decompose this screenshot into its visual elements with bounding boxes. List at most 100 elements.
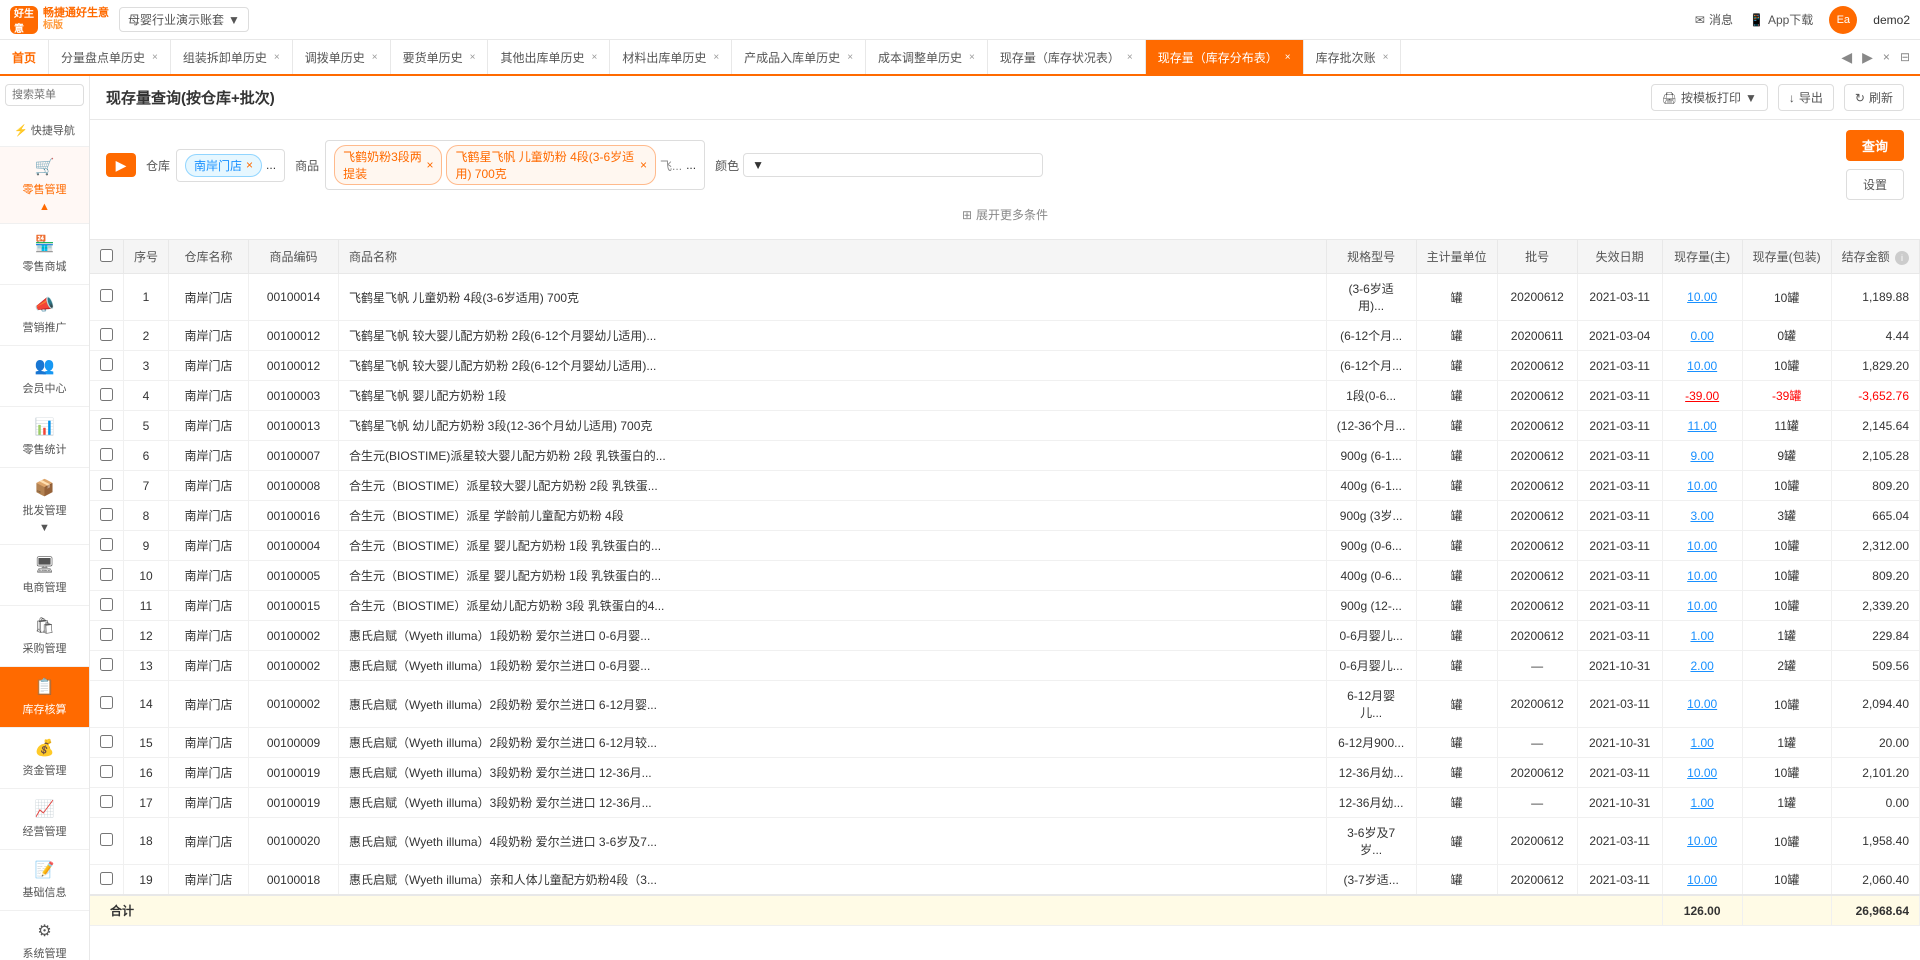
row-checkbox-17[interactable] <box>100 833 113 846</box>
tab-inventory-status[interactable]: 现存量（库存状况表） × <box>988 40 1146 75</box>
row-checkbox-5[interactable] <box>100 448 113 461</box>
app-download-btn[interactable]: 📱 App下载 <box>1749 11 1813 28</box>
tab-material-out-close[interactable]: × <box>713 52 719 63</box>
product-tag-2-close[interactable]: × <box>640 158 647 172</box>
color-input[interactable]: ▼ <box>743 153 1043 177</box>
row-checkbox-10[interactable] <box>100 598 113 611</box>
tab-cost-adjust[interactable]: 成本调整单历史 × <box>866 40 988 75</box>
print-btn[interactable]: 🖨 按模板打印 ▼ <box>1651 84 1768 111</box>
product-input[interactable]: 飞鹤奶粉3段两提装 × 飞鹤星飞帆 儿童奶粉 4段(3-6岁适用) 700克 ×… <box>325 140 705 190</box>
cell-warehouse-9: 南岸门店 <box>169 561 249 591</box>
tab-other-out-history[interactable]: 其他出库单历史 × <box>488 40 610 75</box>
tab-split-close[interactable]: × <box>152 52 158 63</box>
query-btn[interactable]: 查询 <box>1846 130 1904 161</box>
tab-material-out-history[interactable]: 材料出库单历史 × <box>610 40 732 75</box>
quick-nav-btn[interactable]: ⚡ 快捷导航 <box>0 114 89 147</box>
cell-code-5: 00100007 <box>249 441 339 471</box>
row-checkbox-0[interactable] <box>100 289 113 302</box>
tab-inventory-status-label: 现存量（库存状况表） <box>1000 49 1120 66</box>
tab-prev-btn[interactable]: ◀ <box>1836 47 1857 68</box>
row-checkbox-7[interactable] <box>100 508 113 521</box>
product-tag-1-close[interactable]: × <box>426 158 433 172</box>
sidebar-item-operations[interactable]: 📈 经营管理 <box>0 789 89 850</box>
tab-inventory-status-close[interactable]: × <box>1127 52 1133 63</box>
sidebar-item-system[interactable]: ⚙ 系统管理 <box>0 911 89 960</box>
cell-qty-main-11: 1.00 <box>1662 621 1742 651</box>
sidebar-item-ecommerce[interactable]: 🖥 电商管理 <box>0 545 89 606</box>
tab-next-btn[interactable]: ▶ <box>1857 47 1878 68</box>
sidebar-item-retail-mgmt[interactable]: 🛒 零售管理 ▲ <box>0 147 89 224</box>
row-checkbox-14[interactable] <box>100 735 113 748</box>
sidebar-inventory-label: 库存核算 <box>23 701 67 717</box>
sidebar-item-inventory[interactable]: 📋 库存核算 <box>0 667 89 728</box>
sidebar-item-basic-info[interactable]: 📝 基础信息 <box>0 850 89 911</box>
avatar[interactable]: Ea <box>1829 6 1857 34</box>
warehouse-input[interactable]: 南岸门店 × ... <box>176 149 285 182</box>
tab-inventory-dist-close[interactable]: × <box>1285 52 1291 63</box>
sidebar-item-retail-shop[interactable]: 🏪 零售商城 <box>0 224 89 285</box>
cell-name-13: 惠氏启赋（Wyeth illuma）2段奶粉 爱尔兰进口 6-12月婴... <box>339 681 1327 728</box>
tab-cost-adjust-close[interactable]: × <box>969 52 975 63</box>
tab-require-close[interactable]: × <box>470 52 476 63</box>
row-checkbox-1[interactable] <box>100 328 113 341</box>
sidebar-item-wholesale[interactable]: 📦 批发管理 ▼ <box>0 468 89 545</box>
row-checkbox-3[interactable] <box>100 388 113 401</box>
tab-product-in-close[interactable]: × <box>847 52 853 63</box>
refresh-btn[interactable]: ↻ 刷新 <box>1844 84 1904 111</box>
tab-menu-btn[interactable]: ⊟ <box>1895 48 1915 66</box>
tab-split-history[interactable]: 分量盘点单历史 × <box>49 40 171 75</box>
expand-arrow-btn[interactable]: ▶ <box>106 153 136 177</box>
row-checkbox-18[interactable] <box>100 872 113 885</box>
tab-mix-history[interactable]: 调拨单历史 × <box>293 40 391 75</box>
tab-product-in-label: 产成品入库单历史 <box>744 49 840 66</box>
balance-info-icon[interactable]: i <box>1895 251 1909 265</box>
tab-inventory-dist[interactable]: 现存量（库存分布表） × <box>1146 40 1304 75</box>
row-checkbox-12[interactable] <box>100 658 113 671</box>
tab-require-history[interactable]: 要货单历史 × <box>391 40 489 75</box>
tab-product-in-history[interactable]: 产成品入库单历史 × <box>732 40 866 75</box>
org-selector[interactable]: 母婴行业演示账套 ▼ <box>119 7 249 32</box>
warehouse-tag-close[interactable]: × <box>246 158 253 172</box>
row-checkbox-9[interactable] <box>100 568 113 581</box>
sidebar-item-marketing[interactable]: 📣 营销推广 <box>0 285 89 346</box>
sidebar-item-retail-stats[interactable]: 📊 零售统计 <box>0 407 89 468</box>
cell-expire-1: 2021-03-04 <box>1577 321 1662 351</box>
cell-spec-9: 400g (0-6... <box>1326 561 1416 591</box>
select-all-checkbox[interactable] <box>100 249 113 262</box>
sidebar-item-purchase[interactable]: 🛍 采购管理 <box>0 606 89 667</box>
search-input[interactable] <box>5 84 84 106</box>
cell-batch-7: 20200612 <box>1497 501 1577 531</box>
tab-close-all-btn[interactable]: × <box>1878 48 1895 66</box>
row-checkbox-2[interactable] <box>100 358 113 371</box>
expand-more-btn[interactable]: ⊞ 展开更多条件 <box>106 200 1904 229</box>
export-btn[interactable]: ↓ 导出 <box>1778 84 1834 111</box>
row-checkbox-16[interactable] <box>100 795 113 808</box>
sidebar-item-finance[interactable]: 💰 资金管理 <box>0 728 89 789</box>
cell-name-11: 惠氏启赋（Wyeth illuma）1段奶粉 爱尔兰进口 0-6月婴... <box>339 621 1327 651</box>
tab-disassemble-close[interactable]: × <box>274 52 280 63</box>
tab-mix-close[interactable]: × <box>372 52 378 63</box>
tab-home[interactable]: 首页 <box>0 40 49 75</box>
cell-balance-0: 1,189.88 <box>1831 274 1919 321</box>
row-checkbox-8[interactable] <box>100 538 113 551</box>
sidebar-marketing-label: 营销推广 <box>23 319 67 335</box>
row-checkbox-6[interactable] <box>100 478 113 491</box>
cell-warehouse-16: 南岸门店 <box>169 788 249 818</box>
row-checkbox-13[interactable] <box>100 696 113 709</box>
messages-btn[interactable]: ✉ 消息 <box>1695 11 1733 28</box>
cell-qty-main-15: 10.00 <box>1662 758 1742 788</box>
cell-name-3: 飞鹤星飞帆 婴儿配方奶粉 1段 <box>339 381 1327 411</box>
table-row: 4 南岸门店 00100003 飞鹤星飞帆 婴儿配方奶粉 1段 1段(0-6..… <box>90 381 1920 411</box>
sidebar-item-member[interactable]: 👥 会员中心 <box>0 346 89 407</box>
row-checkbox-4[interactable] <box>100 418 113 431</box>
cell-no-15: 16 <box>124 758 169 788</box>
filter-area: ▶ 仓库 南岸门店 × ... 商品 <box>90 120 1920 240</box>
setting-btn[interactable]: 设置 <box>1846 169 1904 200</box>
tab-disassemble-history[interactable]: 组装拆卸单历史 × <box>171 40 293 75</box>
cell-spec-15: 12-36月幼... <box>1326 758 1416 788</box>
tab-batch-voucher-close[interactable]: × <box>1383 52 1389 63</box>
tab-other-out-close[interactable]: × <box>591 52 597 63</box>
tab-batch-voucher[interactable]: 库存批次账 × <box>1304 40 1402 75</box>
row-checkbox-11[interactable] <box>100 628 113 641</box>
row-checkbox-15[interactable] <box>100 765 113 778</box>
